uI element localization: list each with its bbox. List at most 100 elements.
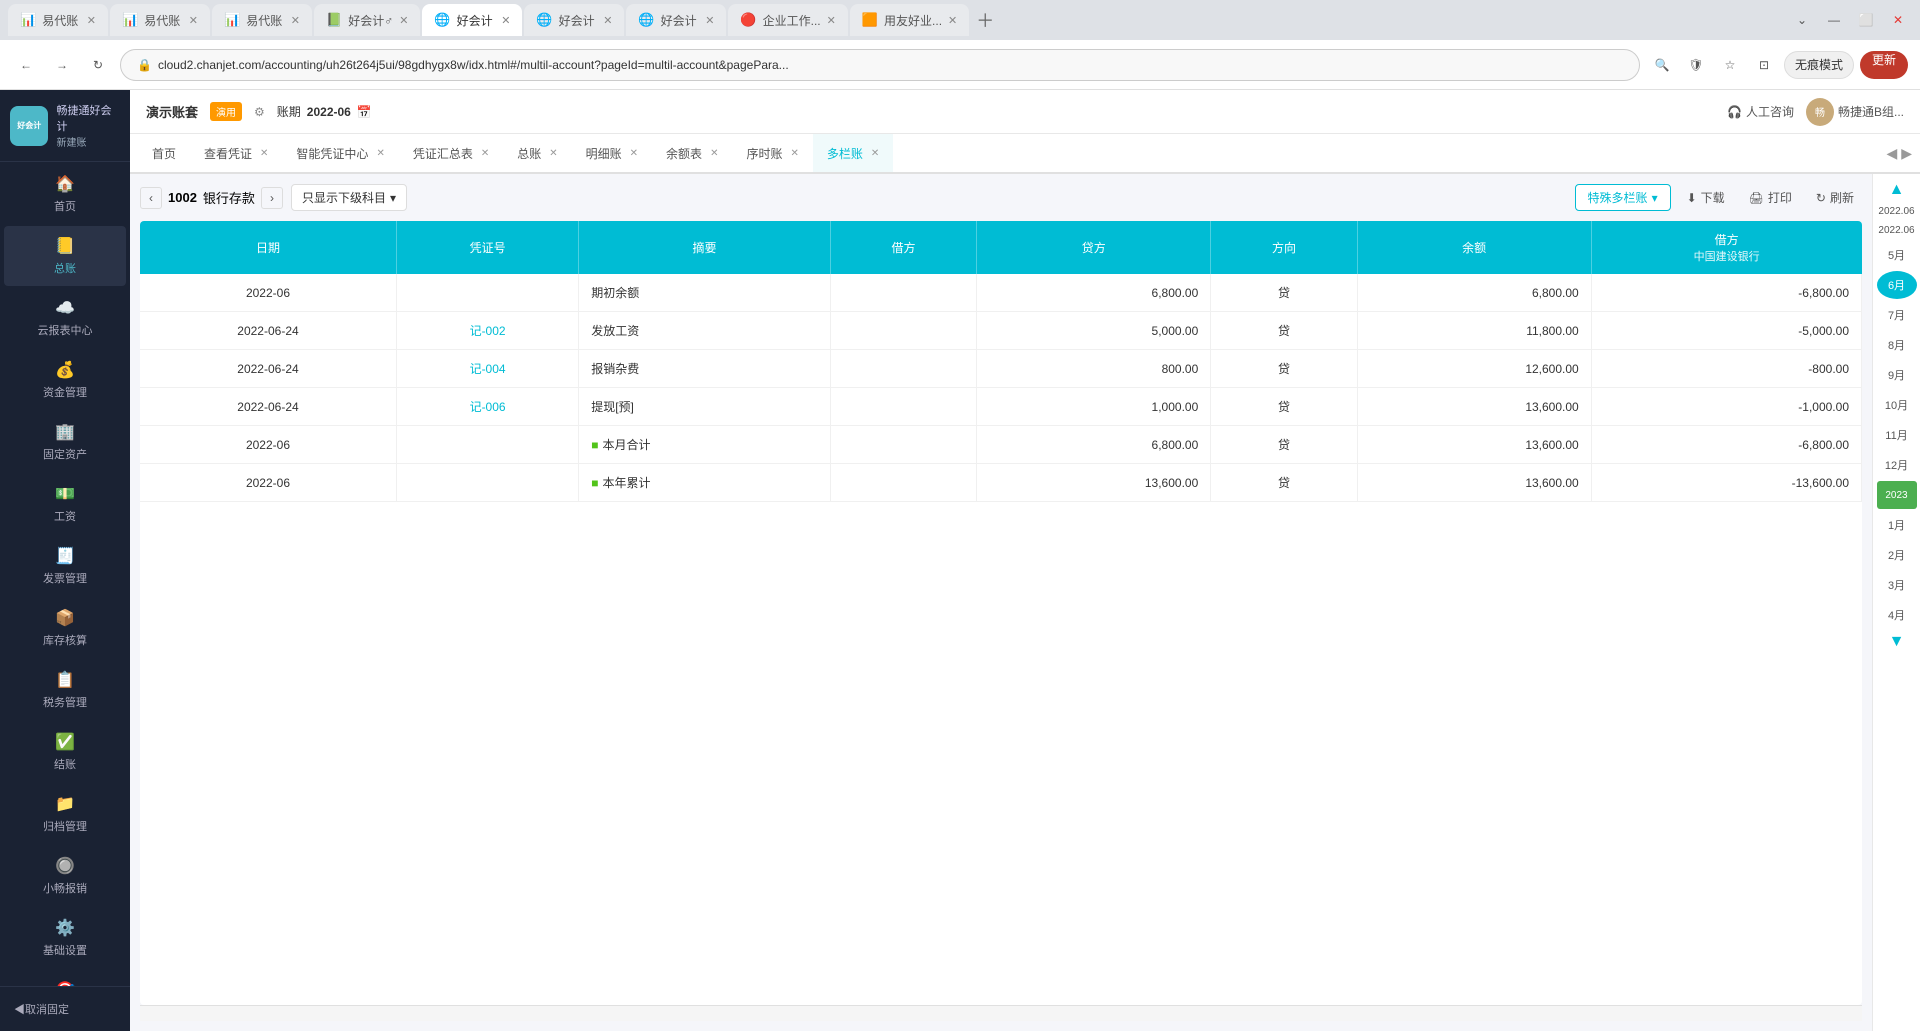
search-icon[interactable]: 🔍 bbox=[1648, 51, 1676, 79]
tab-smart-voucher[interactable]: 智能凭证中心 ✕ bbox=[282, 134, 398, 174]
cal-month-nov[interactable]: 11月 bbox=[1877, 421, 1917, 449]
refresh-button[interactable]: ↻ 刷新 bbox=[1808, 185, 1862, 210]
sidebar-item-close[interactable]: ✅ 结账 bbox=[4, 722, 126, 782]
prev-account-button[interactable]: ‹ bbox=[140, 187, 162, 209]
tab-yidaizhang-3[interactable]: 📊 易代账 ✕ bbox=[212, 4, 312, 36]
cell-voucher[interactable]: 记-006 bbox=[396, 388, 578, 426]
tab-close-3[interactable]: ✕ bbox=[291, 14, 300, 27]
calendar-icon[interactable]: 📅 bbox=[357, 105, 372, 119]
shield-icon[interactable]: 🛡 bbox=[1682, 51, 1710, 79]
show-sub-account-toggle[interactable]: 只显示下级科目 ▾ bbox=[291, 184, 407, 211]
forward-button[interactable]: → bbox=[48, 51, 76, 79]
voucher-link[interactable]: 记-006 bbox=[470, 400, 506, 414]
sidebar-item-expense[interactable]: 🔘 小畅报销 bbox=[4, 846, 126, 906]
url-input[interactable]: 🔒 cloud2.chanjet.com/accounting/uh26t264… bbox=[120, 49, 1640, 81]
tab-list-button[interactable]: ⌄ bbox=[1788, 6, 1816, 34]
tab-haokuaiji-6[interactable]: 🌐 好会计 ✕ bbox=[524, 4, 624, 36]
tab-close-5[interactable]: ✕ bbox=[501, 14, 510, 27]
cal-month-may[interactable]: 5月 bbox=[1877, 241, 1917, 269]
tab-close-7[interactable]: ✕ bbox=[705, 14, 714, 27]
tab-close-view-voucher[interactable]: ✕ bbox=[260, 148, 268, 159]
tab-haokuaiji-7[interactable]: 🌐 好会计 ✕ bbox=[626, 4, 726, 36]
consult-button[interactable]: 🎧 人工咨询 bbox=[1727, 103, 1794, 120]
sidebar-item-salary[interactable]: 💵 工资 bbox=[4, 474, 126, 534]
sidebar-item-finance[interactable]: 💰 资金管理 bbox=[4, 350, 126, 410]
cal-month-mar[interactable]: 3月 bbox=[1877, 571, 1917, 599]
cal-month-dec[interactable]: 12月 bbox=[1877, 451, 1917, 479]
tab-general-ledger[interactable]: 总账 ✕ bbox=[503, 134, 571, 174]
tab-haokuaiji-5[interactable]: 🌐 好会计 ✕ bbox=[422, 4, 522, 36]
star-icon[interactable]: ☆ bbox=[1716, 51, 1744, 79]
sidebar-item-invoice[interactable]: 🧾 发票管理 bbox=[4, 536, 126, 596]
tab-journal[interactable]: 序时账 ✕ bbox=[732, 134, 812, 174]
tab-close-balance[interactable]: ✕ bbox=[710, 148, 718, 159]
stealth-mode-button[interactable]: 无痕模式 bbox=[1784, 51, 1854, 79]
tab-yonyou-9[interactable]: 🟧 用友好业... ✕ bbox=[850, 4, 969, 36]
collapse-left-icon[interactable]: ◀ bbox=[1886, 145, 1897, 162]
update-button[interactable]: 更新 bbox=[1860, 51, 1908, 79]
cal-month-jul[interactable]: 7月 bbox=[1877, 301, 1917, 329]
calendar-scroll-down[interactable]: ▼ bbox=[1885, 630, 1909, 654]
tab-close-multi-column[interactable]: ✕ bbox=[871, 148, 879, 159]
tab-home[interactable]: 首页 bbox=[138, 134, 190, 174]
tab-haokuaiji-4[interactable]: 📗 好会计♂ ✕ bbox=[314, 4, 420, 36]
voucher-link[interactable]: 记-004 bbox=[470, 362, 506, 376]
cal-month-oct[interactable]: 10月 bbox=[1877, 391, 1917, 419]
pin-button[interactable]: ◀取消固定 bbox=[8, 995, 122, 1023]
tab-close-4[interactable]: ✕ bbox=[399, 14, 408, 27]
tab-detail-ledger[interactable]: 明细账 ✕ bbox=[572, 134, 652, 174]
tab-close-general-ledger[interactable]: ✕ bbox=[549, 148, 557, 159]
sidebar-item-assets[interactable]: 🏢 固定资产 bbox=[4, 412, 126, 472]
voucher-link[interactable]: 记-002 bbox=[470, 324, 506, 338]
sidebar-item-ledger[interactable]: 📒 总账 bbox=[4, 226, 126, 286]
special-multi-column-button[interactable]: 特殊多栏账 ▾ bbox=[1575, 184, 1671, 211]
tab-view-voucher[interactable]: 查看凭证 ✕ bbox=[190, 134, 282, 174]
tab-close-6[interactable]: ✕ bbox=[603, 14, 612, 27]
cal-month-feb[interactable]: 2月 bbox=[1877, 541, 1917, 569]
sidebar-item-home[interactable]: 🏠 首页 bbox=[4, 164, 126, 224]
tab-close-2[interactable]: ✕ bbox=[189, 14, 198, 27]
collapse-right-icon[interactable]: ▶ bbox=[1901, 145, 1912, 162]
tab-close-1[interactable]: ✕ bbox=[87, 14, 96, 27]
cal-month-apr[interactable]: 4月 bbox=[1877, 601, 1917, 629]
tab-close-8[interactable]: ✕ bbox=[827, 14, 836, 27]
tab-enterprise-8[interactable]: 🔴 企业工作... ✕ bbox=[728, 4, 847, 36]
reload-button[interactable]: ↻ bbox=[84, 51, 112, 79]
sidebar-item-inventory[interactable]: 📦 库存核算 bbox=[4, 598, 126, 658]
settings-icon-header[interactable]: ⚙ bbox=[254, 105, 265, 119]
download-button[interactable]: ⬇ 下载 bbox=[1679, 185, 1733, 210]
horizontal-scrollbar[interactable] bbox=[140, 1005, 1862, 1021]
cal-month-sep[interactable]: 9月 bbox=[1877, 361, 1917, 389]
cell-voucher[interactable]: 记-004 bbox=[396, 350, 578, 388]
tab-close-detail-ledger[interactable]: ✕ bbox=[630, 148, 638, 159]
tab-close-9[interactable]: ✕ bbox=[948, 14, 957, 27]
sidebar-item-guide[interactable]: 🎯 新手引导 bbox=[4, 970, 126, 986]
sidebar-item-archive[interactable]: 📁 归档管理 bbox=[4, 784, 126, 844]
back-button[interactable]: ← bbox=[12, 51, 40, 79]
calendar-scroll-up[interactable]: ▲ bbox=[1885, 178, 1909, 202]
sidebar-item-settings[interactable]: ⚙️ 基础设置 bbox=[4, 908, 126, 968]
tab-balance[interactable]: 余额表 ✕ bbox=[652, 134, 732, 174]
restore-button[interactable]: ⬜ bbox=[1852, 6, 1880, 34]
cell-voucher[interactable]: 记-002 bbox=[396, 312, 578, 350]
cal-month-jun[interactable]: 6月 bbox=[1877, 271, 1917, 299]
cal-month-jan[interactable]: 1月 bbox=[1877, 511, 1917, 539]
tab-multi-column[interactable]: 多栏账 ✕ bbox=[813, 134, 893, 174]
sidebar-item-tax[interactable]: 📋 税务管理 bbox=[4, 660, 126, 720]
tab-close-smart-voucher[interactable]: ✕ bbox=[376, 148, 384, 159]
add-tab-button[interactable]: ＋ bbox=[971, 6, 999, 34]
tab-yidaizhang-2[interactable]: 📊 易代账 ✕ bbox=[110, 4, 210, 36]
tab-voucher-summary[interactable]: 凭证汇总表 ✕ bbox=[399, 134, 503, 174]
close-button[interactable]: ✕ bbox=[1884, 6, 1912, 34]
print-button[interactable]: 🖨 打印 bbox=[1741, 185, 1800, 210]
tab-close-voucher-summary[interactable]: ✕ bbox=[481, 148, 489, 159]
tab-close-journal[interactable]: ✕ bbox=[790, 148, 798, 159]
sidebar-panel-icon[interactable]: ⊡ bbox=[1750, 51, 1778, 79]
minimize-button[interactable]: — bbox=[1820, 6, 1848, 34]
sidebar-item-cloud-report[interactable]: ☁️ 云报表中心 bbox=[4, 288, 126, 348]
cal-month-aug[interactable]: 8月 bbox=[1877, 331, 1917, 359]
user-menu[interactable]: 畅 畅捷通B组... bbox=[1806, 98, 1904, 126]
tab-yidaizhang-1[interactable]: 📊 易代账 ✕ bbox=[8, 4, 108, 36]
next-account-button[interactable]: › bbox=[261, 187, 283, 209]
browser-actions: 🔍 🛡 ☆ ⊡ 无痕模式 更新 bbox=[1648, 51, 1908, 79]
